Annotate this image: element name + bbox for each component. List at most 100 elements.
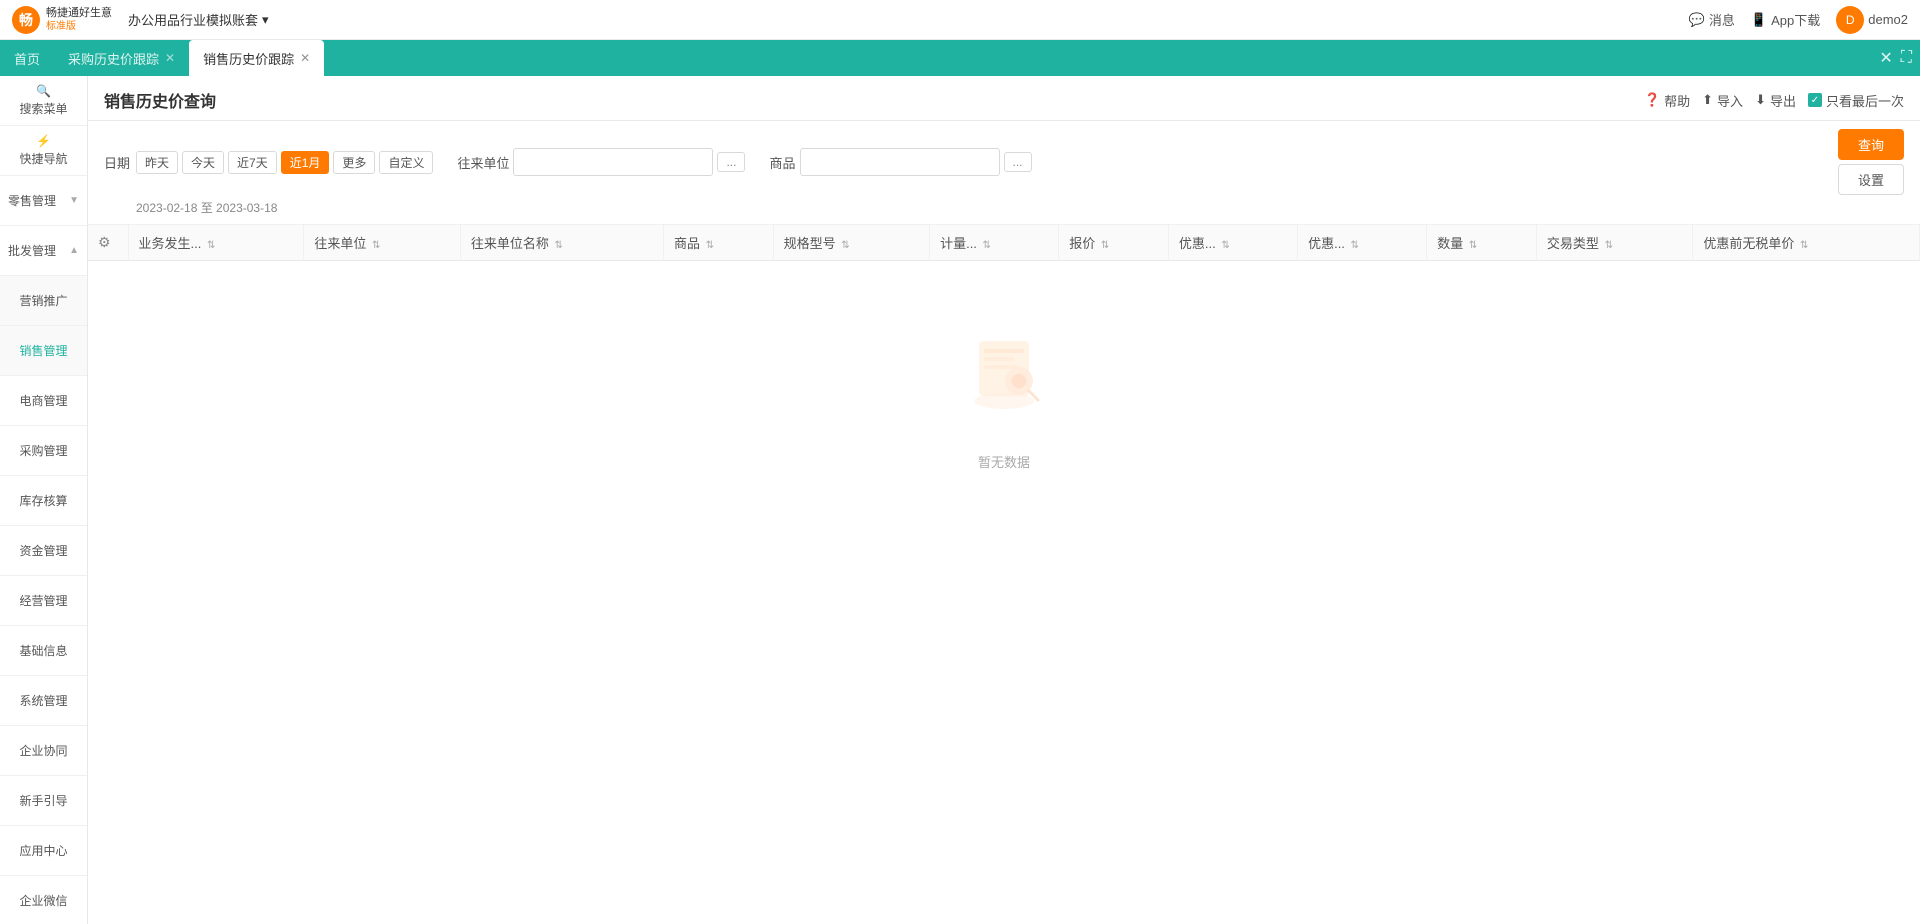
workspace-name: 办公用品行业模拟账套 (128, 10, 258, 29)
sidebar-item-enterprise-wechat[interactable]: 企业微信 (0, 876, 87, 924)
col-counterpart-name[interactable]: 往来单位名称 ⇅ (460, 225, 663, 261)
sidebar-item-finance-mgmt-label: 资金管理 (19, 542, 67, 559)
sidebar-item-new-guide-label: 新手引导 (19, 792, 67, 809)
sidebar-item-inventory[interactable]: 库存核算 (0, 476, 87, 526)
settings-button[interactable]: 设置 (1838, 164, 1904, 195)
quick-nav-icon: ⚡ (36, 134, 51, 148)
sidebar-item-system-mgmt[interactable]: 系统管理 (0, 676, 87, 726)
tab-home[interactable]: 首页 (0, 40, 54, 76)
date-btn-today[interactable]: 今天 (182, 151, 224, 174)
col-quote[interactable]: 报价 ⇅ (1059, 225, 1169, 261)
sidebar-item-sales-mgmt-label: 销售管理 (19, 342, 67, 359)
filter-row-1: 日期 昨天 今天 近7天 近1月 更多 自定义 往来单位 (104, 129, 1904, 195)
product-ellipsis-btn[interactable]: ... (1004, 152, 1032, 172)
col-pretax-price[interactable]: 优惠前无税单价 ⇅ (1693, 225, 1920, 261)
column-settings-icon[interactable]: ⚙ (98, 234, 111, 250)
message-btn[interactable]: 💬 消息 (1689, 10, 1735, 29)
export-btn[interactable]: ⬇ 导出 (1755, 91, 1796, 110)
col-gear[interactable]: ⚙ (88, 225, 128, 261)
col-unit[interactable]: 计量... ⇅ (930, 225, 1059, 261)
main-layout: 🔍 搜索菜单 ⚡ 快捷导航 零售管理 ▼ 批发管理 ▲ 营销推广 销售管理 电商… (0, 76, 1920, 924)
sidebar-item-retail-mgmt[interactable]: 零售管理 ▼ (0, 176, 87, 226)
sidebar-item-inventory-label: 库存核算 (19, 492, 67, 509)
export-label: 导出 (1770, 91, 1796, 110)
page-content: 销售历史价查询 ❓ 帮助 ⬆ 导入 ⬇ 导出 ✓ (88, 76, 1920, 924)
logo-title: 畅捷通好生意 (46, 6, 112, 20)
content-area: 销售历史价查询 ❓ 帮助 ⬆ 导入 ⬇ 导出 ✓ (88, 76, 1920, 924)
sidebar-item-enterprise-collab-label: 企业协同 (19, 742, 67, 759)
sidebar-item-enterprise-wechat-label: 企业微信 (19, 892, 67, 909)
import-icon: ⬆ (1702, 92, 1713, 108)
sort-arrows-counterpart-name: ⇅ (554, 240, 562, 251)
date-btn-last7[interactable]: 近7天 (228, 151, 277, 174)
col-product[interactable]: 商品 ⇅ (663, 225, 773, 261)
date-btn-yesterday[interactable]: 昨天 (136, 151, 178, 174)
query-button[interactable]: 查询 (1838, 129, 1904, 160)
product-input[interactable] (800, 148, 1000, 176)
sort-arrows-unit: ⇅ (983, 240, 991, 251)
sidebar-item-enterprise-collab[interactable]: 企业协同 (0, 726, 87, 776)
help-btn[interactable]: ❓ 帮助 (1644, 91, 1690, 110)
sidebar-item-new-guide[interactable]: 新手引导 (0, 776, 87, 826)
sidebar-item-search-menu[interactable]: 🔍 搜索菜单 (0, 76, 87, 126)
col-spec[interactable]: 规格型号 ⇅ (773, 225, 929, 261)
sidebar-item-basic-info[interactable]: 基础信息 (0, 626, 87, 676)
import-btn[interactable]: ⬆ 导入 (1702, 91, 1743, 110)
col-quantity[interactable]: 数量 ⇅ (1427, 225, 1537, 261)
sidebar-item-sales-mgmt[interactable]: 销售管理 (0, 326, 87, 376)
tab-purchase-history[interactable]: 采购历史价跟踪 ✕ (54, 40, 189, 76)
col-biz-date[interactable]: 业务发生... ⇅ (128, 225, 304, 261)
col-discount2[interactable]: 优惠... ⇅ (1298, 225, 1427, 261)
tab-bar: 首页 采购历史价跟踪 ✕ 销售历史价跟踪 ✕ ✕ ⛶ (0, 40, 1920, 76)
user-menu-btn[interactable]: D demo2 (1836, 6, 1908, 34)
sidebar-item-marketing[interactable]: 营销推广 (0, 276, 87, 326)
tab-purchase-history-close[interactable]: ✕ (165, 51, 175, 65)
sort-arrows-discount2: ⇅ (1351, 240, 1359, 251)
sidebar-item-retail-mgmt-label: 零售管理 (8, 192, 56, 209)
tab-expand-icon[interactable]: ⛶ (1901, 49, 1912, 67)
sidebar-item-ecommerce-mgmt[interactable]: 电商管理 (0, 376, 87, 426)
import-label: 导入 (1717, 91, 1743, 110)
header-right: 💬 消息 📱 App下载 D demo2 (1689, 6, 1908, 34)
empty-illustration (954, 321, 1054, 440)
sort-arrows-spec: ⇅ (841, 240, 849, 251)
col-trade-type[interactable]: 交易类型 ⇅ (1536, 225, 1692, 261)
sidebar-item-app-center[interactable]: 应用中心 (0, 826, 87, 876)
sidebar-item-marketing-label: 营销推广 (19, 292, 67, 309)
only-last-checkbox[interactable]: ✓ 只看最后一次 (1808, 91, 1904, 110)
sidebar-item-finance-mgmt[interactable]: 资金管理 (0, 526, 87, 576)
logo-sub: 标准版 (46, 20, 112, 33)
workspace-selector[interactable]: 办公用品行业模拟账套 ▾ (120, 10, 277, 29)
sort-arrows-discount1: ⇅ (1221, 240, 1229, 251)
tab-sales-history[interactable]: 销售历史价跟踪 ✕ (189, 40, 324, 76)
date-btn-custom[interactable]: 自定义 (379, 151, 433, 174)
tab-sales-history-close[interactable]: ✕ (300, 51, 310, 65)
tab-close-all-icon[interactable]: ✕ (1879, 48, 1892, 68)
counterpart-ellipsis-btn[interactable]: ... (717, 152, 745, 172)
logo-area: 畅 畅捷通好生意 标准版 (12, 6, 112, 34)
counterpart-filter-group: 往来单位 ... (457, 148, 745, 176)
date-btn-1month[interactable]: 近1月 (281, 151, 330, 174)
app-download-btn[interactable]: 📱 App下载 (1751, 10, 1820, 29)
sidebar-item-operations-mgmt[interactable]: 经营管理 (0, 576, 87, 626)
sidebar-item-system-mgmt-label: 系统管理 (19, 692, 67, 709)
date-btn-more[interactable]: 更多 (333, 151, 375, 174)
help-icon: ❓ (1644, 92, 1660, 108)
sidebar-item-quick-nav[interactable]: ⚡ 快捷导航 (0, 126, 87, 176)
message-label: 消息 (1709, 10, 1735, 29)
sidebar-item-wholesale-mgmt-label: 批发管理 (8, 242, 56, 259)
sidebar: 🔍 搜索菜单 ⚡ 快捷导航 零售管理 ▼ 批发管理 ▲ 营销推广 销售管理 电商… (0, 76, 88, 924)
col-counterpart-code[interactable]: 往来单位 ⇅ (304, 225, 460, 261)
sidebar-item-ecommerce-mgmt-label: 电商管理 (19, 392, 67, 409)
counterpart-label: 往来单位 (457, 153, 509, 172)
sidebar-item-purchase-mgmt[interactable]: 采购管理 (0, 426, 87, 476)
col-discount1[interactable]: 优惠... ⇅ (1168, 225, 1297, 261)
sort-arrows-biz-date: ⇅ (207, 240, 215, 251)
counterpart-input[interactable] (513, 148, 713, 176)
filter-row-2: 2023-02-18 至 2023-03-18 (104, 199, 1904, 216)
checkbox-teal-icon: ✓ (1808, 93, 1822, 107)
help-label: 帮助 (1664, 91, 1690, 110)
search-menu-icon: 🔍 (36, 84, 51, 98)
sidebar-item-wholesale-mgmt[interactable]: 批发管理 ▲ (0, 226, 87, 276)
sort-arrows-product: ⇅ (706, 240, 714, 251)
